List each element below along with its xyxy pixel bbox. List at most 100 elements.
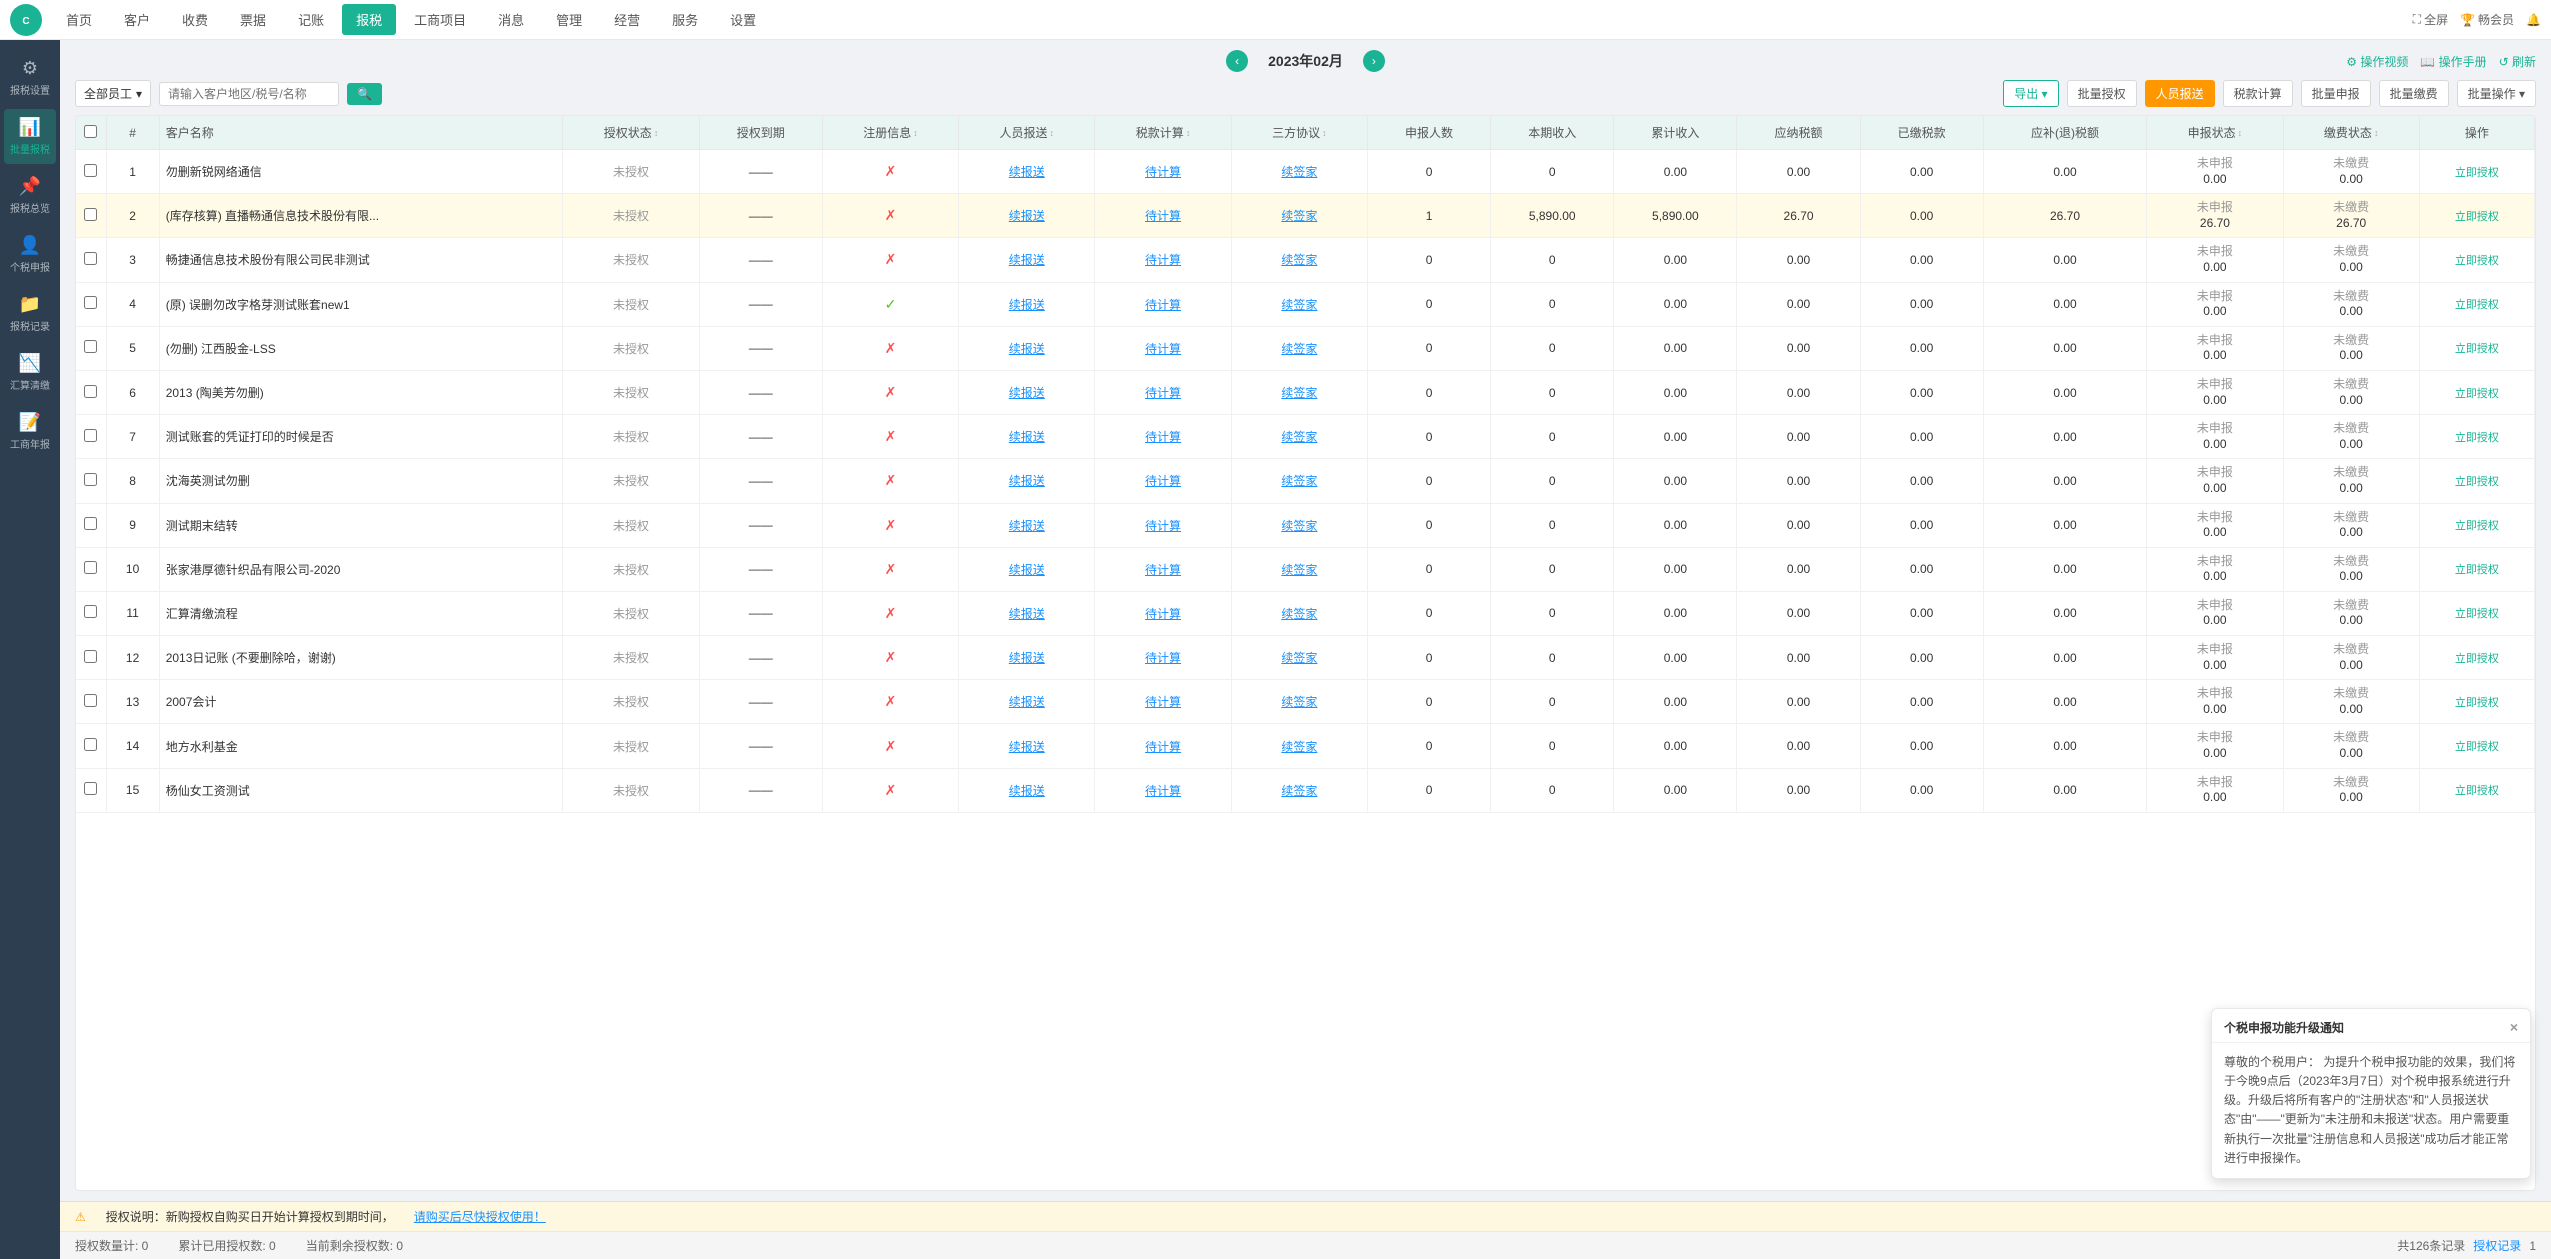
action-auth-link[interactable]: 立即授权 — [2455, 697, 2499, 709]
tax-calc-link[interactable]: 待计算 — [1145, 784, 1181, 798]
refresh-btn[interactable]: ↺ 刷新 — [2499, 53, 2536, 70]
fullscreen-btn[interactable]: ⛶ 全屏 — [2413, 11, 2448, 28]
col-pay-status[interactable]: 缴费状态 ↕ — [2283, 116, 2419, 150]
next-month-btn[interactable]: › — [1363, 50, 1385, 72]
col-triparty[interactable]: 三方协议 ↕ — [1231, 116, 1367, 150]
person-report-link[interactable]: 续报送 — [1009, 740, 1045, 754]
tax-calc-link[interactable]: 待计算 — [1145, 386, 1181, 400]
triparty-link[interactable]: 续签家 — [1281, 209, 1317, 223]
batch-auth-btn[interactable]: 批量授权 — [2067, 80, 2137, 107]
op-manual-link[interactable]: 📖 操作手册 — [2420, 53, 2486, 70]
col-declare-status[interactable]: 申报状态 ↕ — [2147, 116, 2283, 150]
sidebar-item-annual-settlement[interactable]: 📉 汇算清缴 — [4, 345, 56, 400]
nav-invoice[interactable]: 票据 — [226, 4, 280, 35]
person-report-link[interactable]: 续报送 — [1009, 519, 1045, 533]
col-tax-calc[interactable]: 税款计算 ↕ — [1095, 116, 1231, 150]
action-auth-link[interactable]: 立即授权 — [2455, 741, 2499, 753]
action-auth-link[interactable]: 立即授权 — [2455, 608, 2499, 620]
nav-settings[interactable]: 设置 — [716, 4, 770, 35]
triparty-link[interactable]: 续签家 — [1281, 165, 1317, 179]
action-auth-link[interactable]: 立即授权 — [2455, 211, 2499, 223]
row-checkbox[interactable] — [84, 650, 97, 663]
row-checkbox[interactable] — [84, 164, 97, 177]
sidebar-item-tax-overview[interactable]: 📌 报税总览 — [4, 168, 56, 223]
batch-declare-btn[interactable]: 批量申报 — [2301, 80, 2371, 107]
action-auth-link[interactable]: 立即授权 — [2455, 388, 2499, 400]
triparty-link[interactable]: 续签家 — [1281, 740, 1317, 754]
sidebar-item-personal-tax[interactable]: 👤 个税申报 — [4, 227, 56, 282]
row-checkbox[interactable] — [84, 605, 97, 618]
action-auth-link[interactable]: 立即授权 — [2455, 432, 2499, 444]
col-person-report[interactable]: 人员报送 ↕ — [959, 116, 1095, 150]
prev-month-btn[interactable]: ‹ — [1226, 50, 1248, 72]
triparty-link[interactable]: 续签家 — [1281, 298, 1317, 312]
row-checkbox[interactable] — [84, 517, 97, 530]
action-auth-link[interactable]: 立即授权 — [2455, 476, 2499, 488]
row-checkbox[interactable] — [84, 694, 97, 707]
action-auth-link[interactable]: 立即授权 — [2455, 520, 2499, 532]
tax-calc-link[interactable]: 待计算 — [1145, 651, 1181, 665]
warning-link[interactable]: 请购买后尽快授权使用！ — [414, 1208, 546, 1225]
nav-accounting[interactable]: 记账 — [284, 4, 338, 35]
nav-home[interactable]: 首页 — [52, 4, 106, 35]
action-auth-link[interactable]: 立即授权 — [2455, 564, 2499, 576]
triparty-link[interactable]: 续签家 — [1281, 651, 1317, 665]
row-checkbox[interactable] — [84, 385, 97, 398]
batch-ops-btn[interactable]: 批量操作 ▾ — [2457, 80, 2536, 107]
row-checkbox[interactable] — [84, 296, 97, 309]
action-auth-link[interactable]: 立即授权 — [2455, 785, 2499, 797]
select-all-checkbox[interactable] — [84, 125, 97, 138]
triparty-link[interactable]: 续签家 — [1281, 342, 1317, 356]
nav-message[interactable]: 消息 — [484, 4, 538, 35]
triparty-link[interactable]: 续签家 — [1281, 519, 1317, 533]
person-report-link[interactable]: 续报送 — [1009, 607, 1045, 621]
action-auth-link[interactable]: 立即授权 — [2455, 343, 2499, 355]
triparty-link[interactable]: 续签家 — [1281, 430, 1317, 444]
triparty-link[interactable]: 续签家 — [1281, 784, 1317, 798]
triparty-link[interactable]: 续签家 — [1281, 386, 1317, 400]
search-input[interactable] — [159, 82, 339, 106]
nav-manage[interactable]: 管理 — [542, 4, 596, 35]
nav-operation[interactable]: 经营 — [600, 4, 654, 35]
col-auth-status[interactable]: 授权状态 ↕ — [563, 116, 699, 150]
tax-calc-link[interactable]: 待计算 — [1145, 519, 1181, 533]
row-checkbox[interactable] — [84, 208, 97, 221]
person-report-link[interactable]: 续报送 — [1009, 342, 1045, 356]
sidebar-item-batch-tax[interactable]: 📊 批量报税 — [4, 109, 56, 164]
person-report-link[interactable]: 续报送 — [1009, 563, 1045, 577]
nav-business[interactable]: 工商项目 — [400, 4, 480, 35]
tax-calc-link[interactable]: 待计算 — [1145, 695, 1181, 709]
person-report-link[interactable]: 续报送 — [1009, 430, 1045, 444]
vip-btn[interactable]: 🏆 畅会员 — [2460, 11, 2514, 28]
sidebar-item-tax-settings[interactable]: ⚙ 报税设置 — [4, 50, 56, 105]
tax-calc-link[interactable]: 待计算 — [1145, 740, 1181, 754]
row-checkbox[interactable] — [84, 429, 97, 442]
triparty-link[interactable]: 续签家 — [1281, 253, 1317, 267]
person-report-link[interactable]: 续报送 — [1009, 784, 1045, 798]
row-checkbox[interactable] — [84, 252, 97, 265]
action-auth-link[interactable]: 立即授权 — [2455, 653, 2499, 665]
nav-customer[interactable]: 客户 — [110, 4, 164, 35]
tax-calc-link[interactable]: 待计算 — [1145, 430, 1181, 444]
triparty-link[interactable]: 续签家 — [1281, 607, 1317, 621]
person-report-link[interactable]: 续报送 — [1009, 165, 1045, 179]
row-checkbox[interactable] — [84, 782, 97, 795]
tax-calc-link[interactable]: 待计算 — [1145, 607, 1181, 621]
tax-calc-link[interactable]: 待计算 — [1145, 165, 1181, 179]
triparty-link[interactable]: 续签家 — [1281, 474, 1317, 488]
triparty-link[interactable]: 续签家 — [1281, 695, 1317, 709]
col-reg-info[interactable]: 注册信息 ↕ — [822, 116, 958, 150]
nav-tax[interactable]: 报税 — [342, 4, 396, 35]
person-report-link[interactable]: 续报送 — [1009, 474, 1045, 488]
export-btn[interactable]: 导出 ▾ — [2003, 80, 2058, 107]
person-report-link[interactable]: 续报送 — [1009, 298, 1045, 312]
action-auth-link[interactable]: 立即授权 — [2455, 167, 2499, 179]
batch-pay-btn[interactable]: 批量缴费 — [2379, 80, 2449, 107]
tax-calc-link[interactable]: 待计算 — [1145, 209, 1181, 223]
tax-calc-link[interactable]: 待计算 — [1145, 342, 1181, 356]
triparty-link[interactable]: 续签家 — [1281, 563, 1317, 577]
person-report-link[interactable]: 续报送 — [1009, 253, 1045, 267]
action-auth-link[interactable]: 立即授权 — [2455, 255, 2499, 267]
person-report-link[interactable]: 续报送 — [1009, 209, 1045, 223]
nav-service[interactable]: 服务 — [658, 4, 712, 35]
